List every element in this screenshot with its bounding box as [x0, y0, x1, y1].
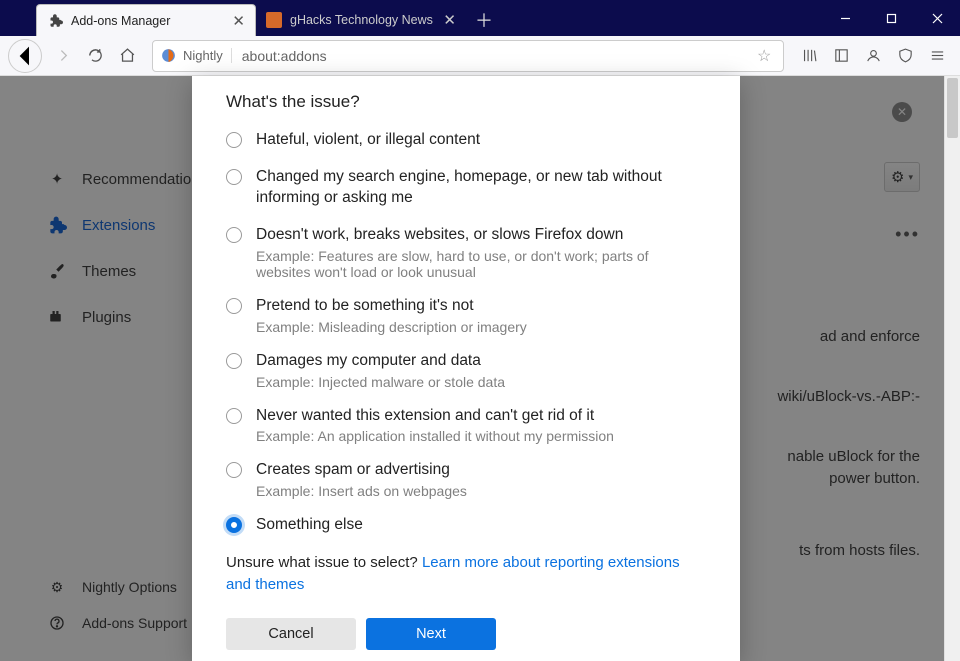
issue-option[interactable]: Never wanted this extension and can't ge… [226, 406, 706, 445]
reload-button[interactable] [80, 41, 110, 71]
scrollbar-thumb[interactable] [947, 78, 958, 138]
option-example: Example: An application installed it wit… [256, 428, 706, 444]
next-button[interactable]: Next [366, 618, 496, 650]
minimize-button[interactable] [822, 0, 868, 36]
radio-icon[interactable] [226, 408, 242, 424]
issue-option[interactable]: Something else [226, 515, 706, 536]
option-label: Never wanted this extension and can't ge… [256, 406, 706, 427]
library-button[interactable] [794, 41, 824, 71]
option-label: Pretend to be something it's not [256, 296, 706, 317]
site-favicon-icon [266, 12, 282, 28]
option-example: Example: Misleading description or image… [256, 319, 706, 335]
report-issue-dialog: What's the issue? Hateful, violent, or i… [192, 76, 740, 661]
option-example: Example: Features are slow, hard to use,… [256, 248, 706, 280]
issue-option[interactable]: Doesn't work, breaks websites, or slows … [226, 225, 706, 280]
close-icon[interactable]: ✕ [443, 11, 456, 29]
back-button[interactable] [8, 39, 42, 73]
url-bar[interactable]: Nightly about:addons ☆ [152, 40, 784, 72]
option-label: Creates spam or advertising [256, 460, 706, 481]
radio-icon[interactable] [226, 298, 242, 314]
sidebar-button[interactable] [826, 41, 856, 71]
puzzle-icon [47, 13, 63, 29]
issue-option[interactable]: Creates spam or advertising Example: Inse… [226, 460, 706, 499]
window-titlebar: Add-ons Manager ✕ gHacks Technology News… [0, 0, 960, 36]
cancel-button[interactable]: Cancel [226, 618, 356, 650]
bookmark-star-icon[interactable]: ☆ [757, 46, 777, 66]
radio-icon[interactable] [226, 169, 242, 185]
issue-option[interactable]: Changed my search engine, homepage, or n… [226, 167, 706, 209]
shield-icon[interactable] [890, 41, 920, 71]
option-example: Example: Injected malware or stole data [256, 374, 706, 390]
radio-icon[interactable] [226, 132, 242, 148]
tab-ghacks[interactable]: gHacks Technology News ✕ [256, 4, 466, 36]
maximize-button[interactable] [868, 0, 914, 36]
account-button[interactable] [858, 41, 888, 71]
home-button[interactable] [112, 41, 142, 71]
vertical-scrollbar[interactable] [944, 76, 960, 661]
issue-option[interactable]: Pretend to be something it's not Example:… [226, 296, 706, 335]
tab-label: Add-ons Manager [71, 14, 170, 28]
radio-icon[interactable] [226, 517, 242, 533]
new-tab-button[interactable]: ＋ [470, 6, 498, 34]
option-label: Changed my search engine, homepage, or n… [256, 167, 706, 209]
window-controls [822, 0, 960, 36]
issue-option[interactable]: Damages my computer and data Example: Inj… [226, 351, 706, 390]
close-icon[interactable]: ✕ [232, 12, 245, 30]
content-area: ✦ Recommendations Extensions Themes Plu [0, 76, 960, 661]
tab-addons-manager[interactable]: Add-ons Manager ✕ [36, 4, 256, 36]
close-window-button[interactable] [914, 0, 960, 36]
unsure-text: Unsure what issue to select? [226, 554, 422, 571]
forward-button[interactable] [48, 41, 78, 71]
tab-label: gHacks Technology News [290, 13, 433, 27]
unsure-help-text: Unsure what issue to select? Learn more … [226, 552, 706, 596]
radio-icon[interactable] [226, 353, 242, 369]
nav-toolbar: Nightly about:addons ☆ [0, 36, 960, 76]
issue-option[interactable]: Hateful, violent, or illegal content [226, 130, 706, 151]
urlbar-identity-label: Nightly [183, 48, 232, 63]
radio-icon[interactable] [226, 462, 242, 478]
option-example: Example: Insert ads on webpages [256, 483, 706, 499]
option-label: Something else [256, 515, 706, 536]
option-label: Doesn't work, breaks websites, or slows … [256, 225, 706, 246]
dialog-title: What's the issue? [226, 92, 706, 112]
radio-icon[interactable] [226, 227, 242, 243]
firefox-icon [159, 47, 177, 65]
option-label: Hateful, violent, or illegal content [256, 130, 706, 151]
urlbar-input[interactable]: about:addons [242, 48, 751, 64]
tab-strip: Add-ons Manager ✕ gHacks Technology News… [0, 0, 498, 36]
option-label: Damages my computer and data [256, 351, 706, 372]
app-menu-button[interactable] [922, 41, 952, 71]
